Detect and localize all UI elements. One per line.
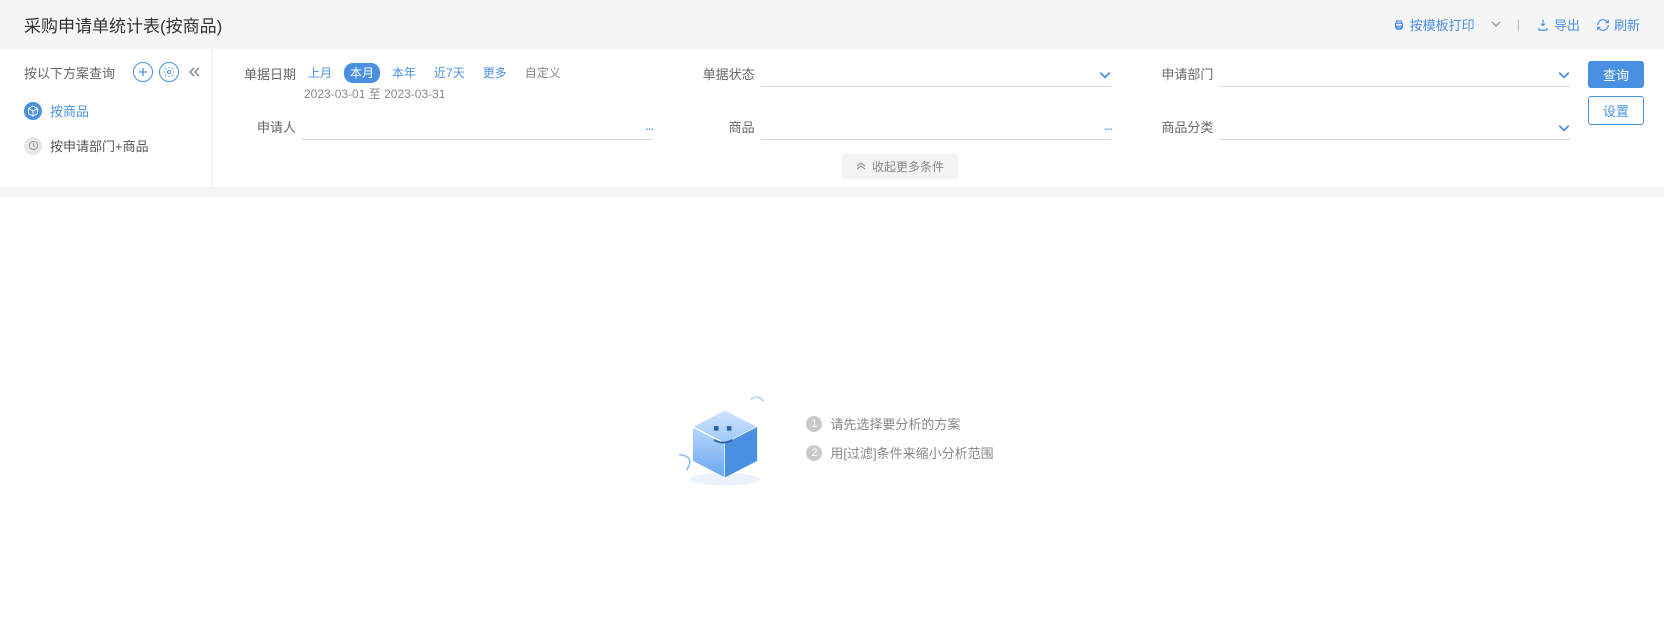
date-pill-custom[interactable]: 自定义 [519, 63, 567, 83]
divider: | [1517, 17, 1520, 32]
date-pill-more[interactable]: 更多 [477, 63, 513, 83]
print-label: 按模板打印 [1410, 15, 1475, 34]
gear-icon [163, 66, 175, 78]
collapse-filters-button[interactable]: 收起更多条件 [842, 154, 958, 179]
body: 按以下方案查询 按商品 按申请部门+商品 [0, 49, 1664, 187]
add-scheme-button[interactable] [133, 62, 153, 82]
filter-status-label: 单据状态 [689, 63, 761, 87]
export-button[interactable]: 导出 [1536, 15, 1580, 34]
date-from: 2023-03-01 [304, 87, 365, 101]
clock-icon [24, 137, 42, 155]
empty-step-2: 2 用[过滤]条件来缩小分析范围 [806, 443, 993, 462]
settings-scheme-button[interactable] [159, 62, 179, 82]
content-area: 1 请先选择要分析的方案 2 用[过滤]条件来缩小分析范围 [0, 197, 1664, 627]
page-title: 采购申请单统计表(按商品) [24, 12, 222, 37]
chevron-double-left-icon [187, 65, 201, 79]
chevron-down-icon [1099, 69, 1111, 81]
sidebar-item-by-product[interactable]: 按商品 [0, 93, 211, 128]
refresh-label: 刷新 [1614, 15, 1640, 34]
chevron-down-icon [1558, 69, 1570, 81]
step-text-2: 用[过滤]条件来缩小分析范围 [830, 443, 993, 462]
printer-icon [1392, 18, 1406, 32]
filters-panel: 单据日期 上月 本月 本年 近7天 更多 自定义 2023-03-01 至 20… [212, 49, 1588, 187]
query-button[interactable]: 查询 [1588, 61, 1644, 88]
chevron-down-icon [1558, 122, 1570, 134]
sidebar-item-label: 按申请部门+商品 [50, 136, 149, 155]
filter-date: 单据日期 上月 本月 本年 近7天 更多 自定义 2023-03-01 至 20… [230, 63, 653, 102]
filter-product-label: 商品 [689, 116, 761, 140]
chevron-down-icon[interactable] [1491, 17, 1501, 32]
ellipsis-icon: ··· [645, 120, 653, 136]
collapse-sidebar-button[interactable] [185, 61, 203, 83]
header-actions: 按模板打印 | 导出 刷新 [1392, 15, 1640, 34]
date-pill-last-month[interactable]: 上月 [302, 63, 338, 83]
product-input[interactable]: ··· [761, 116, 1112, 140]
empty-illustration-icon [670, 383, 780, 493]
ellipsis-icon: ··· [1103, 120, 1111, 136]
plus-icon [138, 67, 148, 77]
page-header: 采购申请单统计表(按商品) 按模板打印 | 导出 刷新 [0, 0, 1664, 47]
applicant-input[interactable]: ··· [302, 116, 653, 140]
collapse-filters-label: 收起更多条件 [872, 158, 944, 175]
date-to: 2023-03-31 [384, 87, 445, 101]
sidebar-item-label: 按商品 [50, 101, 89, 120]
date-pill-this-year[interactable]: 本年 [386, 63, 422, 83]
sidebar: 按以下方案查询 按商品 按申请部门+商品 [0, 49, 212, 187]
refresh-button[interactable]: 刷新 [1596, 15, 1640, 34]
step-number-2: 2 [806, 445, 822, 461]
print-template-button[interactable]: 按模板打印 [1392, 15, 1475, 34]
filter-status: 单据状态 [689, 63, 1112, 102]
filter-applicant-label: 申请人 [230, 116, 302, 140]
sidebar-header: 按以下方案查询 [0, 59, 211, 93]
action-buttons: 查询 设置 [1588, 49, 1664, 187]
status-select[interactable] [761, 63, 1112, 87]
empty-state: 1 请先选择要分析的方案 2 用[过滤]条件来缩小分析范围 [670, 383, 993, 493]
refresh-icon [1596, 18, 1610, 32]
sidebar-item-by-dept-product[interactable]: 按申请部门+商品 [0, 128, 211, 163]
filter-dept-label: 申请部门 [1147, 63, 1219, 87]
chevron-double-up-icon [856, 162, 866, 172]
sidebar-title: 按以下方案查询 [24, 63, 115, 82]
category-select[interactable] [1219, 116, 1570, 140]
step-text-1: 请先选择要分析的方案 [830, 414, 960, 433]
date-pills: 上月 本月 本年 近7天 更多 自定义 [302, 63, 567, 83]
filter-category-label: 商品分类 [1147, 116, 1219, 140]
filter-applicant: 申请人 ··· [230, 116, 653, 140]
export-label: 导出 [1554, 15, 1580, 34]
date-pill-this-month[interactable]: 本月 [344, 63, 380, 83]
date-range-text: 2023-03-01 至 2023-03-31 [302, 85, 445, 102]
date-pill-7days[interactable]: 近7天 [428, 63, 471, 83]
dept-select[interactable] [1219, 63, 1570, 87]
date-sep: 至 [369, 87, 381, 101]
cube-icon [24, 102, 42, 120]
filter-product: 商品 ··· [689, 116, 1112, 140]
export-icon [1536, 18, 1550, 32]
filter-dept: 申请部门 [1147, 63, 1570, 102]
step-number-1: 1 [806, 416, 822, 432]
filter-date-label: 单据日期 [230, 63, 302, 87]
settings-button[interactable]: 设置 [1588, 96, 1644, 125]
filter-category: 商品分类 [1147, 116, 1570, 140]
empty-step-1: 1 请先选择要分析的方案 [806, 414, 993, 433]
